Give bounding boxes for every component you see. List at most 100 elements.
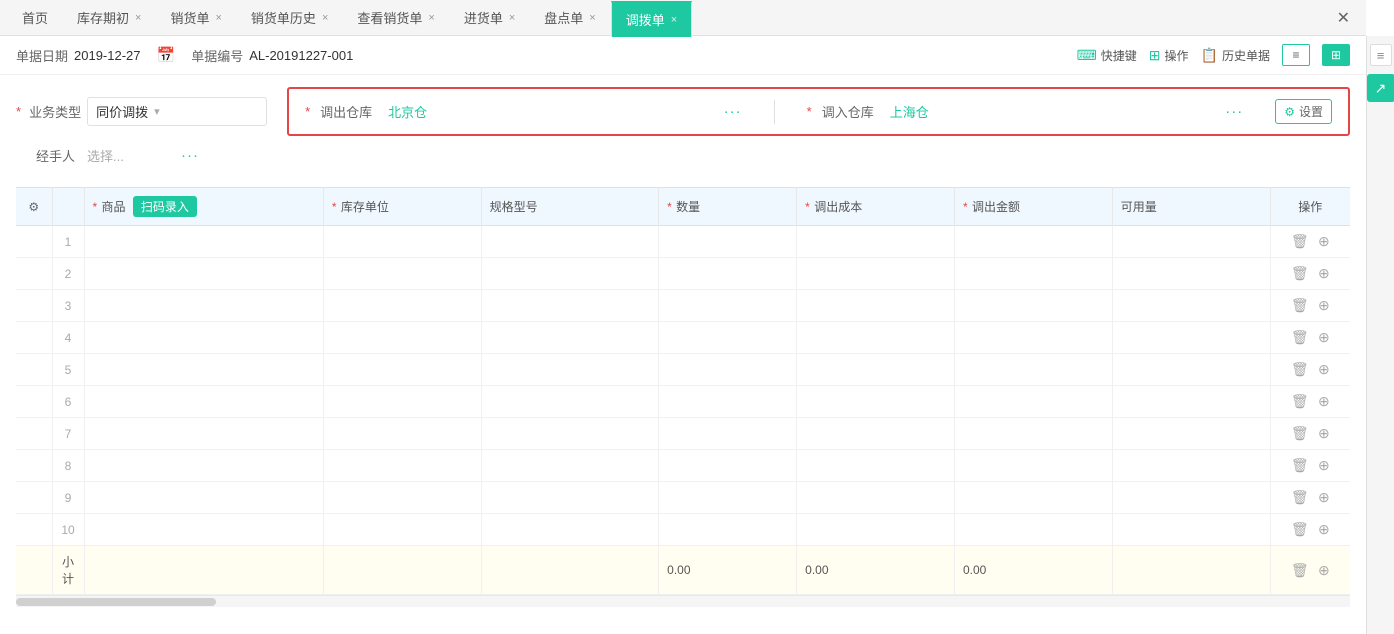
row-cost[interactable] [797, 386, 955, 418]
row-available[interactable] [1112, 418, 1270, 450]
row-cost[interactable] [797, 226, 955, 258]
delete-row-icon[interactable]: 🗑 [1291, 265, 1309, 281]
row-qty[interactable] [659, 258, 797, 290]
row-spec[interactable] [481, 322, 658, 354]
business-type-select[interactable]: 同价调拨 ▾ [87, 97, 267, 126]
row-available[interactable] [1112, 354, 1270, 386]
copy-row-icon[interactable]: ⊕ [1318, 521, 1330, 537]
row-amount[interactable] [954, 290, 1112, 322]
warehouse-in-more-btn[interactable]: ··· [1225, 103, 1243, 120]
row-unit[interactable] [323, 226, 481, 258]
row-spec[interactable] [481, 258, 658, 290]
delete-row-icon[interactable]: 🗑 [1291, 457, 1309, 473]
delete-row-icon[interactable]: 🗑 [1291, 425, 1309, 441]
row-cost[interactable] [797, 354, 955, 386]
delete-row-icon[interactable]: 🗑 [1291, 329, 1309, 345]
row-qty[interactable] [659, 514, 797, 546]
row-spec[interactable] [481, 354, 658, 386]
window-close-button[interactable]: ✕ [1337, 10, 1350, 27]
row-product[interactable] [84, 258, 323, 290]
grid-view-btn[interactable]: ⊞ [1322, 44, 1350, 66]
row-cost[interactable] [797, 482, 955, 514]
row-available[interactable] [1112, 450, 1270, 482]
row-amount[interactable] [954, 354, 1112, 386]
row-spec[interactable] [481, 418, 658, 450]
row-qty[interactable] [659, 354, 797, 386]
copy-row-icon[interactable]: ⊕ [1318, 297, 1330, 313]
row-amount[interactable] [954, 258, 1112, 290]
row-product[interactable] [84, 290, 323, 322]
handler-placeholder[interactable]: 选择... [87, 146, 167, 165]
copy-row-icon[interactable]: ⊕ [1318, 425, 1330, 441]
row-qty[interactable] [659, 386, 797, 418]
row-available[interactable] [1112, 322, 1270, 354]
scan-barcode-btn[interactable]: 扫码录入 [133, 196, 197, 217]
tab-close-view-sales[interactable]: × [428, 12, 434, 24]
row-amount[interactable] [954, 482, 1112, 514]
copy-row-icon[interactable]: ⊕ [1318, 361, 1330, 377]
copy-row-icon[interactable]: ⊕ [1318, 233, 1330, 249]
row-cost[interactable] [797, 290, 955, 322]
copy-row-icon[interactable]: ⊕ [1318, 489, 1330, 505]
tab-close-sales-order[interactable]: × [215, 12, 221, 24]
row-qty[interactable] [659, 322, 797, 354]
tab-inventory-count[interactable]: 盘点单 × [530, 0, 610, 36]
tab-home[interactable]: 首页 [8, 0, 63, 36]
row-spec[interactable] [481, 290, 658, 322]
row-available[interactable] [1112, 290, 1270, 322]
row-spec[interactable] [481, 482, 658, 514]
table-gear-icon[interactable]: ⚙ [28, 200, 39, 214]
delete-row-icon[interactable]: 🗑 [1291, 489, 1309, 505]
row-amount[interactable] [954, 226, 1112, 258]
row-available[interactable] [1112, 482, 1270, 514]
row-amount[interactable] [954, 450, 1112, 482]
history-btn[interactable]: 📋 历史单据 [1201, 47, 1270, 64]
list-view-btn[interactable]: ≡ [1282, 44, 1310, 66]
row-available[interactable] [1112, 386, 1270, 418]
row-unit[interactable] [323, 290, 481, 322]
row-product[interactable] [84, 482, 323, 514]
copy-row-icon[interactable]: ⊕ [1318, 393, 1330, 409]
row-spec[interactable] [481, 386, 658, 418]
sidebar-list-btn[interactable]: ≡ [1370, 44, 1392, 66]
row-unit[interactable] [323, 322, 481, 354]
row-amount[interactable] [954, 418, 1112, 450]
row-product[interactable] [84, 386, 323, 418]
row-product[interactable] [84, 322, 323, 354]
row-available[interactable] [1112, 514, 1270, 546]
tab-sales-order[interactable]: 销货单 × [156, 0, 236, 36]
row-unit[interactable] [323, 386, 481, 418]
tab-close-inventory-count[interactable]: × [589, 12, 595, 24]
tab-sales-history[interactable]: 销货单历史 × [237, 0, 343, 36]
copy-row-icon[interactable]: ⊕ [1318, 329, 1330, 345]
scrollbar-thumb[interactable] [16, 598, 216, 606]
sidebar-external-btn[interactable]: ↗ [1367, 74, 1394, 102]
delete-row-icon[interactable]: 🗑 [1291, 297, 1309, 313]
row-available[interactable] [1112, 226, 1270, 258]
row-cost[interactable] [797, 322, 955, 354]
copy-row-icon[interactable]: ⊕ [1318, 265, 1330, 281]
tab-inventory-init[interactable]: 库存期初 × [63, 0, 156, 36]
settings-btn[interactable]: ⚙ 设置 [1275, 99, 1332, 124]
row-spec[interactable] [481, 226, 658, 258]
row-cost[interactable] [797, 514, 955, 546]
tab-close-sales-history[interactable]: × [322, 12, 328, 24]
row-qty[interactable] [659, 450, 797, 482]
delete-row-icon[interactable]: 🗑 [1291, 233, 1309, 249]
handler-more-btn[interactable]: ··· [181, 147, 199, 164]
row-cost[interactable] [797, 418, 955, 450]
calendar-icon[interactable]: 📅 [157, 46, 176, 64]
tab-view-sales[interactable]: 查看销货单 × [343, 0, 449, 36]
tab-purchase[interactable]: 进货单 × [450, 0, 530, 36]
delete-row-icon[interactable]: 🗑 [1291, 562, 1309, 578]
copy-row-icon[interactable]: ⊕ [1318, 562, 1330, 578]
row-product[interactable] [84, 418, 323, 450]
row-amount[interactable] [954, 514, 1112, 546]
row-unit[interactable] [323, 418, 481, 450]
row-cost[interactable] [797, 450, 955, 482]
row-unit[interactable] [323, 514, 481, 546]
row-cost[interactable] [797, 258, 955, 290]
delete-row-icon[interactable]: 🗑 [1291, 393, 1309, 409]
row-unit[interactable] [323, 258, 481, 290]
delete-row-icon[interactable]: 🗑 [1291, 521, 1309, 537]
